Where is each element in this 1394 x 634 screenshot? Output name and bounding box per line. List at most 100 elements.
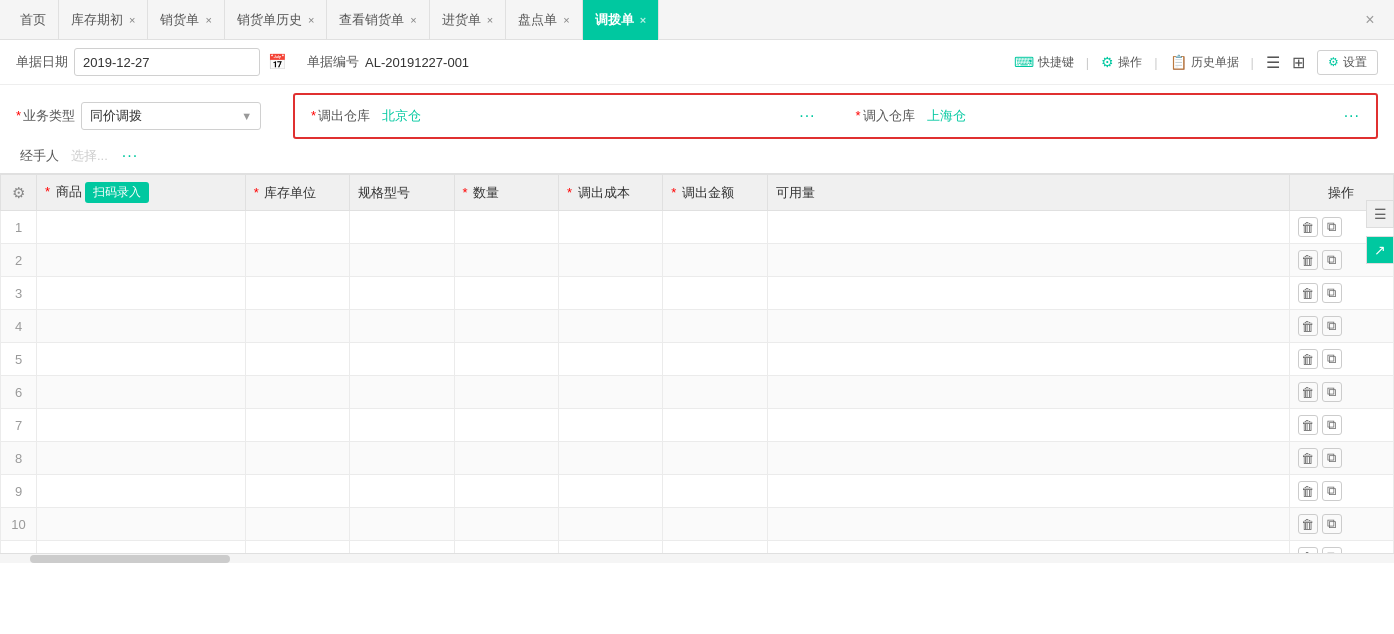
row-6-copy-icon[interactable]: ⧉	[1322, 382, 1342, 402]
row-1-copy-icon[interactable]: ⧉	[1322, 217, 1342, 237]
row-2-delete-icon[interactable]: 🗑	[1298, 250, 1318, 270]
number-label: 单据编号	[307, 53, 359, 71]
row-7-copy-icon[interactable]: ⧉	[1322, 415, 1342, 435]
warehouse-in-more-button[interactable]: ···	[1344, 107, 1360, 125]
scrollbar-area[interactable]	[0, 553, 1394, 563]
calendar-icon[interactable]: 📅	[268, 53, 287, 71]
tab-home[interactable]: 首页	[8, 0, 59, 40]
tab-sales-order-close[interactable]: ×	[205, 14, 211, 26]
float-list-icon[interactable]: ☰	[1366, 200, 1394, 228]
product-req: *	[45, 184, 50, 199]
table-row: 2 🗑 ⧉	[1, 244, 1394, 277]
row-5-copy-icon[interactable]: ⧉	[1322, 349, 1342, 369]
operations-button[interactable]: ⚙ 操作	[1101, 54, 1142, 71]
tab-sales-order-label: 销货单	[160, 11, 199, 29]
settings-button[interactable]: ⚙ 设置	[1317, 50, 1378, 75]
float-expand-icon[interactable]: ↗	[1366, 236, 1394, 264]
warehouse-in-group: *调入仓库 上海仓 ···	[856, 107, 1360, 125]
table-row: 11 🗑 ⧉	[1, 541, 1394, 554]
row-num-10: 10	[1, 508, 37, 541]
unit-req: *	[254, 185, 259, 200]
row-9-copy-icon[interactable]: ⧉	[1322, 481, 1342, 501]
date-input[interactable]	[74, 48, 260, 76]
business-type-select[interactable]: 同价调拨 ▼	[81, 102, 261, 130]
row-1-unit[interactable]	[245, 211, 349, 244]
close-all-tabs-button[interactable]: ×	[1354, 4, 1386, 36]
tab-stocktake-label: 盘点单	[518, 11, 557, 29]
business-type-group: *业务类型 同价调拨 ▼	[16, 102, 261, 130]
row-1-qty[interactable]	[454, 211, 558, 244]
row-2-amount[interactable]	[663, 244, 767, 277]
shortcuts-label: 快捷键	[1038, 54, 1074, 71]
tab-transfer-close[interactable]: ×	[640, 14, 646, 26]
row-10-copy-icon[interactable]: ⧉	[1322, 514, 1342, 534]
col-amount: * 调出金额	[663, 175, 767, 211]
row-1-product[interactable]	[37, 211, 246, 244]
warehouse-out-more-button[interactable]: ···	[799, 107, 815, 125]
row-2-cost[interactable]	[558, 244, 662, 277]
operator-more-button[interactable]: ···	[122, 147, 138, 165]
row-7-delete-icon[interactable]: 🗑	[1298, 415, 1318, 435]
row-num-1: 1	[1, 211, 37, 244]
scan-button[interactable]: 扫码录入	[85, 182, 149, 203]
history-icon: 📋	[1170, 54, 1187, 70]
header-right: ⌨ 快捷键 | ⚙ 操作 | 📋 历史单据 | ☰ ⊞ ⚙ 设置	[1014, 50, 1378, 75]
row-1-spec[interactable]	[350, 211, 454, 244]
row-11-copy-icon[interactable]: ⧉	[1322, 547, 1342, 553]
tab-sales-order[interactable]: 销货单 ×	[148, 0, 224, 40]
col-spec: 规格型号	[350, 175, 454, 211]
row-1-delete-icon[interactable]: 🗑	[1298, 217, 1318, 237]
tab-inventory-init[interactable]: 库存期初 ×	[59, 0, 148, 40]
table-wrapper: ⚙ * 商品 扫码录入 * 库存单位 规格型号 * 数量 *	[0, 173, 1394, 553]
row-2-copy-icon[interactable]: ⧉	[1322, 250, 1342, 270]
tab-purchase[interactable]: 进货单 ×	[430, 0, 506, 40]
main-table: ⚙ * 商品 扫码录入 * 库存单位 规格型号 * 数量 *	[0, 174, 1394, 553]
row-1-available[interactable]	[767, 211, 1289, 244]
shortcuts-button[interactable]: ⌨ 快捷键	[1014, 54, 1074, 71]
row-5-delete-icon[interactable]: 🗑	[1298, 349, 1318, 369]
tab-transfer[interactable]: 调拨单 ×	[583, 0, 659, 40]
row-2-qty[interactable]	[454, 244, 558, 277]
row-3-copy-icon[interactable]: ⧉	[1322, 283, 1342, 303]
row-2-product[interactable]	[37, 244, 246, 277]
col-unit: * 库存单位	[245, 175, 349, 211]
business-type-label: *业务类型	[16, 107, 75, 125]
row-1-cost[interactable]	[558, 211, 662, 244]
row-2-unit[interactable]	[245, 244, 349, 277]
row-3-delete-icon[interactable]: 🗑	[1298, 283, 1318, 303]
tab-stocktake[interactable]: 盘点单 ×	[506, 0, 582, 40]
scrollbar-thumb[interactable]	[30, 555, 230, 563]
tab-purchase-label: 进货单	[442, 11, 481, 29]
row-6-delete-icon[interactable]: 🗑	[1298, 382, 1318, 402]
table-settings-icon[interactable]: ⚙	[12, 184, 25, 201]
tab-inventory-init-close[interactable]: ×	[129, 14, 135, 26]
row-4-delete-icon[interactable]: 🗑	[1298, 316, 1318, 336]
history-button[interactable]: 📋 历史单据	[1170, 54, 1239, 71]
tab-view-sales-close[interactable]: ×	[410, 14, 416, 26]
row-num-11: 11	[1, 541, 37, 554]
tab-stocktake-close[interactable]: ×	[563, 14, 569, 26]
tab-view-sales[interactable]: 查看销货单 ×	[327, 0, 429, 40]
row-10-delete-icon[interactable]: 🗑	[1298, 514, 1318, 534]
row-num-8: 8	[1, 442, 37, 475]
row-11-delete-icon[interactable]: 🗑	[1298, 547, 1318, 553]
header-row: 单据日期 📅 单据编号 AL-20191227-001 ⌨ 快捷键 | ⚙ 操作…	[0, 40, 1394, 85]
divider1: |	[1086, 55, 1089, 70]
table-row: 7 🗑⧉	[1, 409, 1394, 442]
row-8-copy-icon[interactable]: ⧉	[1322, 448, 1342, 468]
tab-sales-history[interactable]: 销货单历史 ×	[225, 0, 327, 40]
row-2-spec[interactable]	[350, 244, 454, 277]
layout-btn1[interactable]: ☰	[1266, 53, 1280, 72]
row-9-delete-icon[interactable]: 🗑	[1298, 481, 1318, 501]
out-required: *	[311, 108, 316, 123]
operator-placeholder[interactable]: 选择...	[71, 147, 108, 165]
layout-btn2[interactable]: ⊞	[1292, 53, 1305, 72]
row-4-copy-icon[interactable]: ⧉	[1322, 316, 1342, 336]
tab-sales-history-close[interactable]: ×	[308, 14, 314, 26]
row-2-available[interactable]	[767, 244, 1289, 277]
tab-purchase-close[interactable]: ×	[487, 14, 493, 26]
divider2: |	[1154, 55, 1157, 70]
table-body: 1 🗑 ⧉ 2	[1, 211, 1394, 554]
row-1-amount[interactable]	[663, 211, 767, 244]
row-8-delete-icon[interactable]: 🗑	[1298, 448, 1318, 468]
